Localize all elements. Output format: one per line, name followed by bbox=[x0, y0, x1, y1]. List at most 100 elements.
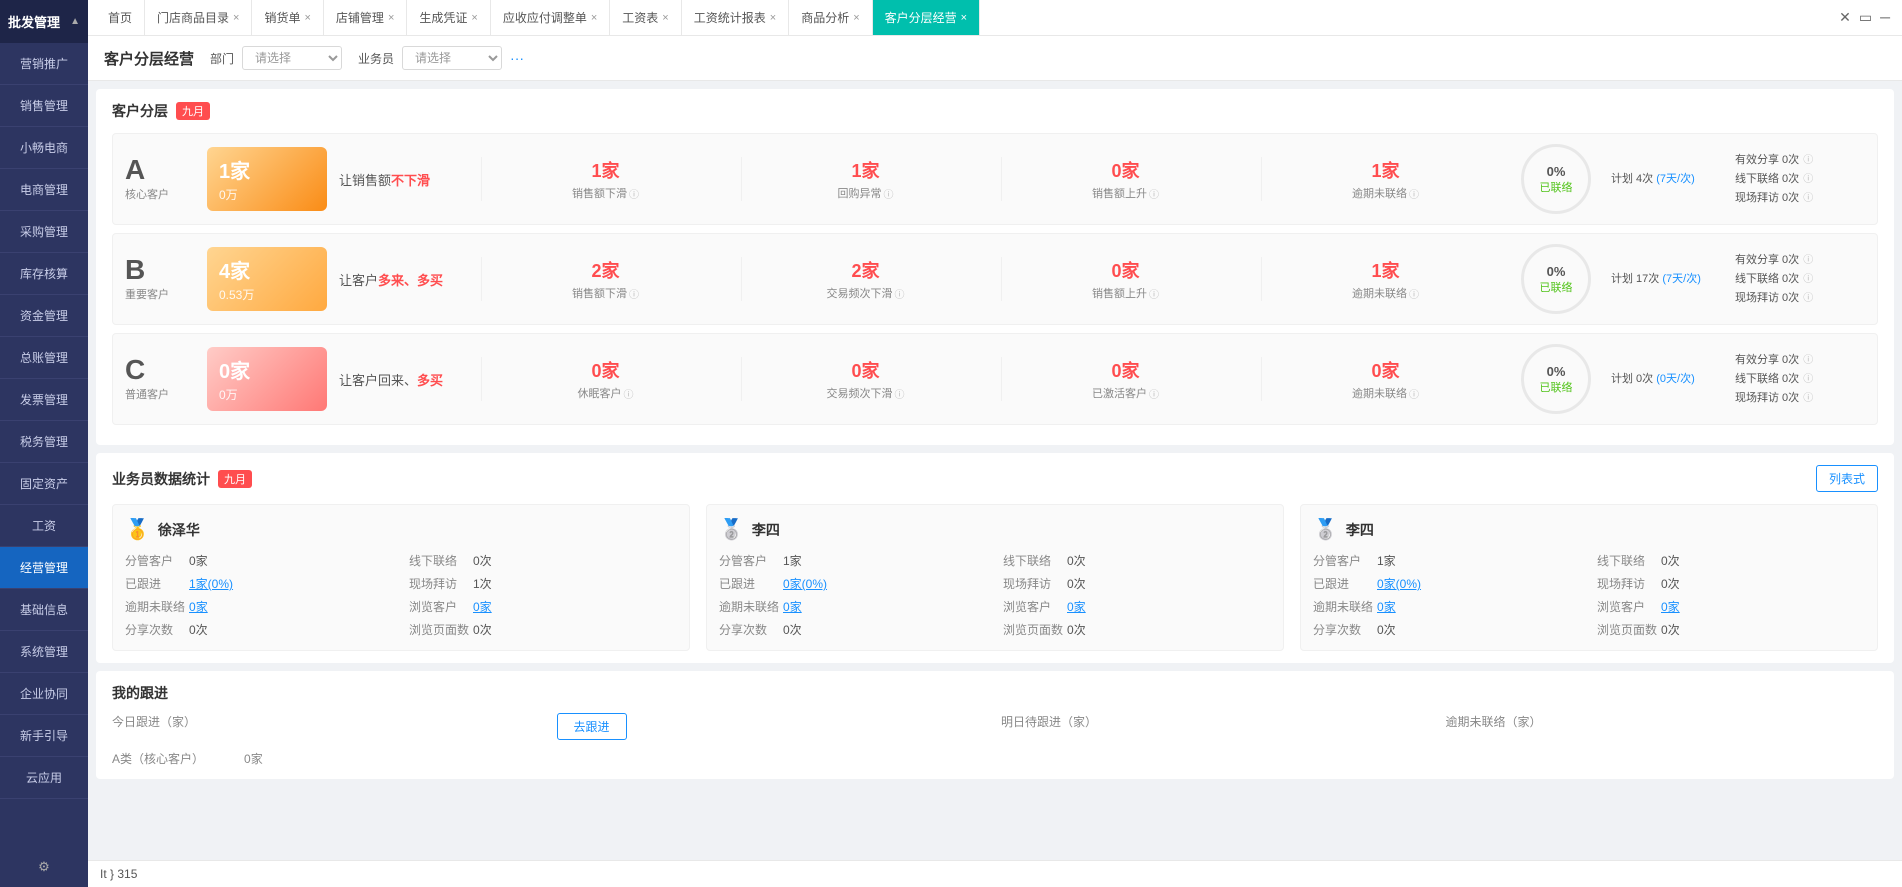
info-icon-1-3[interactable]: ⓘ bbox=[1409, 286, 1419, 301]
tier-right-info-1-2[interactable]: ⓘ bbox=[1803, 289, 1813, 304]
tab-close-8[interactable]: × bbox=[853, 12, 859, 24]
info-icon-2-3[interactable]: ⓘ bbox=[1409, 386, 1419, 401]
staff-select[interactable]: 请选择 bbox=[402, 46, 502, 70]
staff-stat-val-1-4[interactable]: 0家 bbox=[783, 598, 802, 615]
sidebar-item-13[interactable]: 基础信息 bbox=[0, 589, 88, 631]
staff-stat-val-2-4[interactable]: 0家 bbox=[1377, 598, 1396, 615]
tier-plan-days-0[interactable]: (7天/次) bbox=[1656, 173, 1695, 185]
tier-right-info-2-1[interactable]: ⓘ bbox=[1803, 370, 1813, 385]
staff-stat-2-0: 分管客户 1家 bbox=[1313, 552, 1581, 569]
staff-stat-val-0-0: 0家 bbox=[189, 552, 208, 569]
tab-close-7[interactable]: × bbox=[770, 12, 776, 24]
sidebar-item-7[interactable]: 总账管理 bbox=[0, 337, 88, 379]
sidebar-header[interactable]: 批发管理 ▲ bbox=[0, 0, 88, 43]
sidebar-item-11[interactable]: 工资 bbox=[0, 505, 88, 547]
info-icon-1-1[interactable]: ⓘ bbox=[895, 286, 905, 301]
tab-item-6[interactable]: 工资表× bbox=[610, 0, 681, 36]
sidebar-item-9[interactable]: 税务管理 bbox=[0, 421, 88, 463]
sidebar-item-6[interactable]: 资金管理 bbox=[0, 295, 88, 337]
tier-letter-2: C bbox=[125, 356, 195, 384]
sidebar-item-14[interactable]: 系统管理 bbox=[0, 631, 88, 673]
staff-stat-label-0-3: 现场拜访 bbox=[409, 575, 469, 592]
tier-right-info-0-1[interactable]: ⓘ bbox=[1803, 170, 1813, 185]
sidebar-footer[interactable]: ⚙ bbox=[0, 847, 88, 887]
tier-name-2: 普通客户 bbox=[125, 386, 195, 402]
staff-stat-label-1-5: 浏览客户 bbox=[1003, 598, 1063, 615]
info-icon-0-1[interactable]: ⓘ bbox=[884, 186, 894, 201]
info-icon-0-2[interactable]: ⓘ bbox=[1149, 186, 1159, 201]
sidebar-item-5[interactable]: 库存核算 bbox=[0, 253, 88, 295]
go-follow-button[interactable]: 去跟进 bbox=[557, 713, 627, 740]
tab-close-1[interactable]: × bbox=[233, 12, 239, 24]
tier-right-info-2-0[interactable]: ⓘ bbox=[1803, 351, 1813, 366]
info-icon-2-0[interactable]: ⓘ bbox=[624, 386, 634, 401]
sidebar-item-3[interactable]: 电商管理 bbox=[0, 169, 88, 211]
staff-header-1: 🥈李四 bbox=[719, 517, 1271, 542]
tab-item-2[interactable]: 销货单× bbox=[252, 0, 323, 36]
staff-stat-val-2-2[interactable]: 0家(0%) bbox=[1377, 575, 1421, 592]
tab-item-8[interactable]: 商品分析× bbox=[789, 0, 872, 36]
tier-name-1: 重要客户 bbox=[125, 286, 195, 302]
info-icon-2-2[interactable]: ⓘ bbox=[1149, 386, 1159, 401]
staff-stat-val-1-5[interactable]: 0家 bbox=[1067, 598, 1086, 615]
tier-right-info-0-0[interactable]: ⓘ bbox=[1803, 151, 1813, 166]
tier-right-stat-label-2-0: 有效分享 0次 bbox=[1735, 351, 1799, 367]
tab-close-4[interactable]: × bbox=[471, 12, 477, 24]
follow-col-action: 去跟进 bbox=[557, 713, 990, 740]
sidebar-item-10[interactable]: 固定资产 bbox=[0, 463, 88, 505]
tier-label-a: A核心客户 bbox=[125, 156, 195, 202]
tier-count-box-1: 4家0.53万 bbox=[207, 247, 327, 311]
tier-plan-days-1[interactable]: (7天/次) bbox=[1662, 273, 1701, 285]
staff-stat-val-0-4[interactable]: 0家 bbox=[189, 598, 208, 615]
info-icon-0-0[interactable]: ⓘ bbox=[629, 186, 639, 201]
filter-more-icon[interactable]: ··· bbox=[510, 50, 524, 66]
tab-minimize-icon[interactable]: ─ bbox=[1880, 9, 1890, 26]
tab-close-2[interactable]: × bbox=[304, 12, 310, 24]
tier-right-info-0-2[interactable]: ⓘ bbox=[1803, 189, 1813, 204]
info-icon-1-2[interactable]: ⓘ bbox=[1149, 286, 1159, 301]
tier-amount-0: 0万 bbox=[219, 186, 315, 203]
sidebar-item-4[interactable]: 采购管理 bbox=[0, 211, 88, 253]
staff-stat-val-0-5[interactable]: 0家 bbox=[473, 598, 492, 615]
tab-item-4[interactable]: 生成凭证× bbox=[407, 0, 490, 36]
tab-restore-icon[interactable]: ▭ bbox=[1859, 9, 1872, 26]
staff-stat-val-0-2[interactable]: 1家(0%) bbox=[189, 575, 233, 592]
tier-right-info-1-1[interactable]: ⓘ bbox=[1803, 270, 1813, 285]
tier-right-info-2-2[interactable]: ⓘ bbox=[1803, 389, 1813, 404]
staff-stat-val-1-2[interactable]: 0家(0%) bbox=[783, 575, 827, 592]
tab-close-icon[interactable]: ✕ bbox=[1839, 9, 1851, 26]
tab-item-3[interactable]: 店铺管理× bbox=[324, 0, 407, 36]
tier-plan-days-2[interactable]: (0天/次) bbox=[1656, 373, 1695, 385]
tab-close-9[interactable]: × bbox=[961, 12, 967, 24]
staff-stat-label-1-6: 分享次数 bbox=[719, 621, 779, 638]
sidebar-item-15[interactable]: 企业协同 bbox=[0, 673, 88, 715]
staff-stat-label-1-1: 线下联络 bbox=[1003, 552, 1063, 569]
list-table-button[interactable]: 列表式 bbox=[1816, 465, 1878, 492]
sidebar-item-1[interactable]: 销售管理 bbox=[0, 85, 88, 127]
tier-right-info-1-0[interactable]: ⓘ bbox=[1803, 251, 1813, 266]
tab-label-9: 客户分层经营 bbox=[885, 9, 957, 26]
tab-close-6[interactable]: × bbox=[662, 12, 668, 24]
tier-stat-1-1: 2家 交易频次下滑 ⓘ bbox=[741, 257, 989, 301]
sidebar-item-2[interactable]: 小畅电商 bbox=[0, 127, 88, 169]
tab-item-1[interactable]: 门店商品目录× bbox=[145, 0, 252, 36]
tier-stat-1-3: 1家 逾期未联络 ⓘ bbox=[1261, 257, 1509, 301]
tier-plan-0: 计划 4次 (7天/次) bbox=[1603, 170, 1723, 188]
dept-select[interactable]: 请选择 bbox=[242, 46, 342, 70]
sidebar-item-12[interactable]: 经营管理 bbox=[0, 547, 88, 589]
staff-stat-val-2-6: 0次 bbox=[1377, 621, 1396, 638]
tab-item-5[interactable]: 应收应付调整单× bbox=[491, 0, 610, 36]
info-icon-2-1[interactable]: ⓘ bbox=[895, 386, 905, 401]
tab-close-5[interactable]: × bbox=[591, 12, 597, 24]
tab-item-0[interactable]: 首页 bbox=[96, 0, 145, 36]
tab-item-9[interactable]: 客户分层经营 × bbox=[873, 0, 980, 36]
staff-stat-val-2-5[interactable]: 0家 bbox=[1661, 598, 1680, 615]
sidebar-item-17[interactable]: 云应用 bbox=[0, 757, 88, 799]
tab-close-3[interactable]: × bbox=[388, 12, 394, 24]
sidebar-item-8[interactable]: 发票管理 bbox=[0, 379, 88, 421]
info-icon-1-0[interactable]: ⓘ bbox=[629, 286, 639, 301]
sidebar-item-16[interactable]: 新手引导 bbox=[0, 715, 88, 757]
info-icon-0-3[interactable]: ⓘ bbox=[1409, 186, 1419, 201]
tab-item-7[interactable]: 工资统计报表× bbox=[682, 0, 789, 36]
sidebar-item-0[interactable]: 营销推广 bbox=[0, 43, 88, 85]
